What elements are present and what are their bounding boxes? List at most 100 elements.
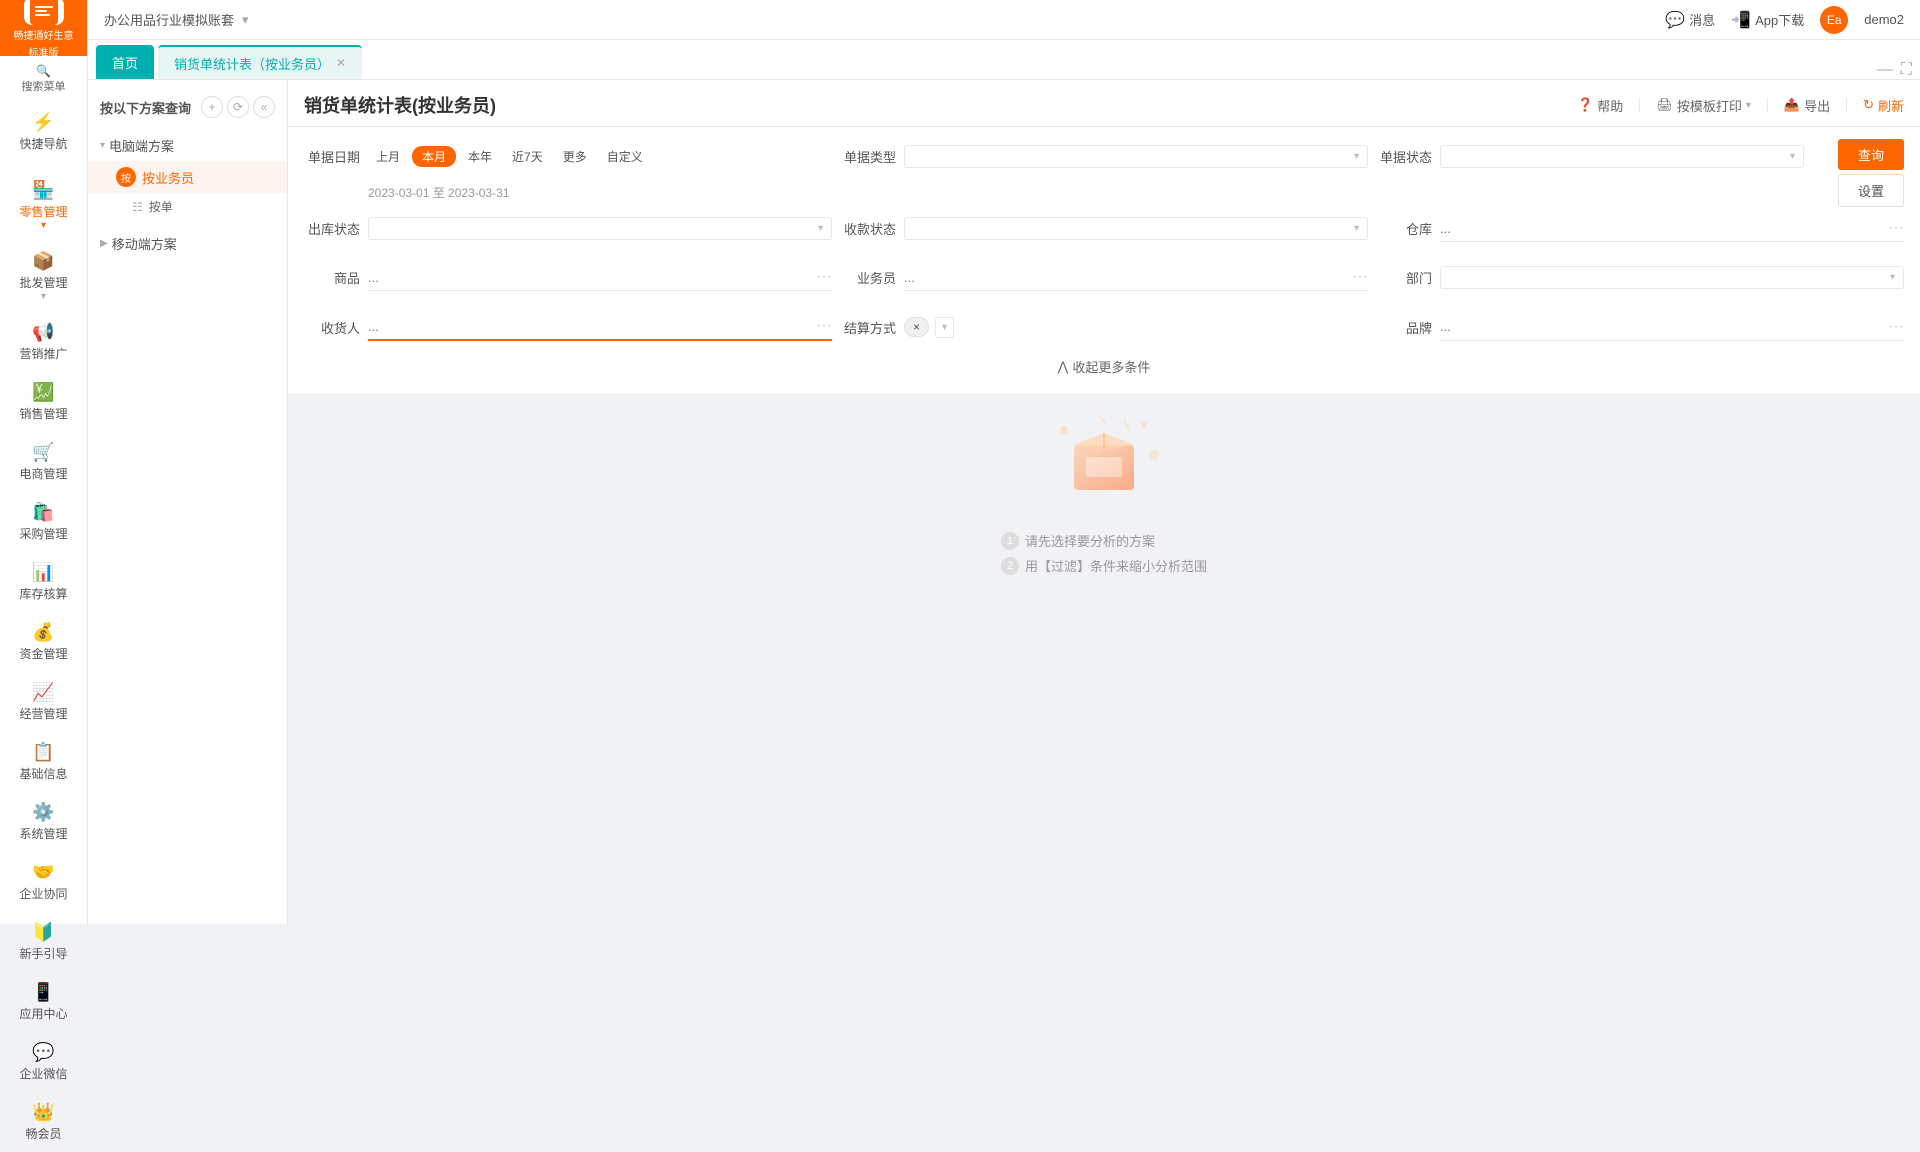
sep1 [1639,98,1640,112]
filter-department-item: 部门 ▾ [1376,258,1904,297]
sidebar-item-system[interactable]: ⚙️ 系统管理 [0,792,87,852]
sidebar-item-marketing[interactable]: 📢 营销推广 [0,312,87,372]
message-btn[interactable]: 💬 消息 [1665,10,1715,30]
sidebar-item-ecommerce[interactable]: 🛒 电商管理 [0,432,87,492]
tab-sales-report[interactable]: 销货单统计表（按业务员） ✕ [158,45,362,79]
search-menu[interactable]: 🔍 搜索菜单 [0,56,87,102]
print-label: 按模板打印 [1677,96,1742,115]
print-dropdown-icon[interactable]: ▾ [1746,100,1751,111]
tab-home[interactable]: 首页 [96,45,154,79]
quick-nav-label: 快捷导航 [19,135,67,152]
filter-department-select[interactable]: ▾ [1440,266,1904,289]
sidebar-item-operation[interactable]: 📈 经营管理 [0,672,87,732]
help-btn[interactable]: ❓ 帮助 [1577,96,1623,115]
sidebar-item-member[interactable]: 👑 畅会员 [0,1092,87,1152]
logo-text: 畅捷通好生意 [14,27,74,42]
left-panel: 按以下方案查询 + ⟳ « ▾ 电脑端方案 按 按业务员 [88,80,288,924]
lp-collapse-btn[interactable]: « [253,96,275,118]
sidebar-item-sales[interactable]: 💹 销售管理 [0,372,87,432]
filter-collectstatus-select[interactable]: ▾ [904,217,1368,240]
filter-goods-item: 商品 ··· [304,258,832,297]
header-dropdown-icon[interactable]: ▾ [242,12,249,28]
sidebar-item-purchase[interactable]: 🛍️ 采购管理 [0,492,87,552]
brand-dots[interactable]: ··· [1888,318,1904,336]
page-header: 销货单统计表(按业务员) ❓ 帮助 🖨 按模板打印 ▾ 📤 [288,80,1920,127]
ecommerce-icon: 🛒 [32,442,54,463]
sidebar-item-inventory[interactable]: 📊 库存核算 [0,552,87,612]
app-download-btn[interactable]: 📲 App下载 [1731,10,1804,30]
sidebar-item-quick-nav[interactable]: ⚡ 快捷导航 [0,102,87,162]
enterprise-label: 企业协同 [19,885,67,902]
left-panel-actions: + ⟳ « [201,96,275,118]
date-tab-this-month[interactable]: 本月 [412,146,456,167]
brand-input[interactable] [1440,319,1884,334]
date-tab-custom[interactable]: 自定义 [599,146,651,167]
collectstatus-dropdown-icon: ▾ [1354,223,1359,234]
tab-close-icon[interactable]: ✕ [336,56,346,70]
sidebar-item-wholesale[interactable]: 📦 批发管理 ▾ [0,241,87,312]
collapse-btn[interactable]: ⋀ 收起更多条件 [1058,357,1151,376]
empty-tip-1: 1 请先选择要分析的方案 [1001,531,1207,550]
left-panel-title: 按以下方案查询 [100,98,191,117]
lp-refresh-btn[interactable]: ⟳ [227,96,249,118]
filter-section: 单据日期 上月 本月 本年 近7天 更多 自定义 [288,127,1920,581]
user-avatar-text: Ea [1827,13,1842,27]
date-tab-last-month[interactable]: 上月 [368,146,408,167]
date-tab-more[interactable]: 更多 [555,146,595,167]
salesperson-dots[interactable]: ··· [1352,268,1368,286]
refresh-btn[interactable]: ↻ 刷新 [1863,96,1904,115]
tab-maximize-btn[interactable]: ⛶ [1901,61,1912,79]
query-button[interactable]: 查询 [1838,139,1904,170]
filter-doctype-select[interactable]: ▾ [904,145,1368,168]
user-name[interactable]: demo2 [1864,12,1904,27]
filter-outstatus-select[interactable]: ▾ [368,217,832,240]
tree-parent-desktop[interactable]: ▾ 电脑端方案 [88,130,287,161]
export-icon: 📤 [1784,97,1800,113]
salesperson-input[interactable] [904,270,1348,285]
zero-retail-icon: 🏪 [32,180,54,201]
goods-input[interactable] [368,270,812,285]
tree-sub-child-by-order[interactable]: ☷ 按单 [88,193,287,220]
lp-add-btn[interactable]: + [201,96,223,118]
payment-tag-close[interactable]: × [913,320,920,334]
sidebar-item-zero-retail[interactable]: 🏪 零售管理 ▾ [0,170,87,241]
collapse-label: 收起更多条件 [1072,357,1150,376]
goods-dots[interactable]: ··· [816,268,832,286]
left-panel-header: 按以下方案查询 + ⟳ « [88,88,287,126]
date-tab-7days[interactable]: 近7天 [504,146,551,167]
payment-dropdown[interactable]: ▾ [935,317,954,338]
tab-sales-report-label: 销货单统计表（按业务员） [174,54,330,73]
filter-outstatus-item: 出库状态 ▾ [304,209,832,248]
tree-child-by-salesperson[interactable]: 按 按业务员 [88,161,287,193]
filter-payment-item: 结算方式 × ▾ [840,307,1368,347]
date-tab-this-year[interactable]: 本年 [460,146,500,167]
sidebar-item-wechat[interactable]: 💬 企业微信 [0,1032,87,1092]
receiver-dots[interactable]: ··· [816,317,832,335]
wechat-label: 企业微信 [19,1065,67,1082]
app-name: 办公用品行业模拟账套 [104,10,234,29]
ecommerce-label: 电商管理 [19,465,67,482]
tree-mobile-label: 移动端方案 [112,234,177,253]
filter-docstatus-label: 单据状态 [1376,147,1432,166]
tab-minimize-btn[interactable]: — [1877,61,1893,79]
member-icon: 👑 [32,1102,54,1123]
warehouse-dots[interactable]: ··· [1888,219,1904,237]
sidebar-item-enterprise[interactable]: 🤝 企业协同 [0,852,87,912]
warehouse-input[interactable] [1440,221,1884,236]
user-avatar[interactable]: Ea [1820,6,1848,34]
filter-goods-label: 商品 [304,268,360,287]
sidebar-item-newbie[interactable]: 🔰 新手引导 [0,912,87,972]
settings-button[interactable]: 设置 [1838,174,1904,207]
filter-docstatus-select[interactable]: ▾ [1440,145,1804,168]
print-btn[interactable]: 🖨 按模板打印 ▾ [1656,96,1751,115]
receiver-input[interactable] [368,319,812,334]
sidebar-item-basic[interactable]: 📋 基础信息 [0,732,87,792]
sidebar-item-finance[interactable]: 💰 资金管理 [0,612,87,672]
refresh-label: 刷新 [1878,96,1904,115]
action-buttons: 查询 设置 [1838,139,1904,207]
sidebar-item-appstore[interactable]: 📱 应用中心 [0,972,87,1032]
date-range-display: 2023-03-01 至 2023-03-31 [304,184,1904,209]
tree-parent-mobile[interactable]: ▶ 移动端方案 [88,228,287,259]
export-btn[interactable]: 📤 导出 [1784,96,1830,115]
logo-area: 畅捷通好生意 标准版 [0,0,87,56]
